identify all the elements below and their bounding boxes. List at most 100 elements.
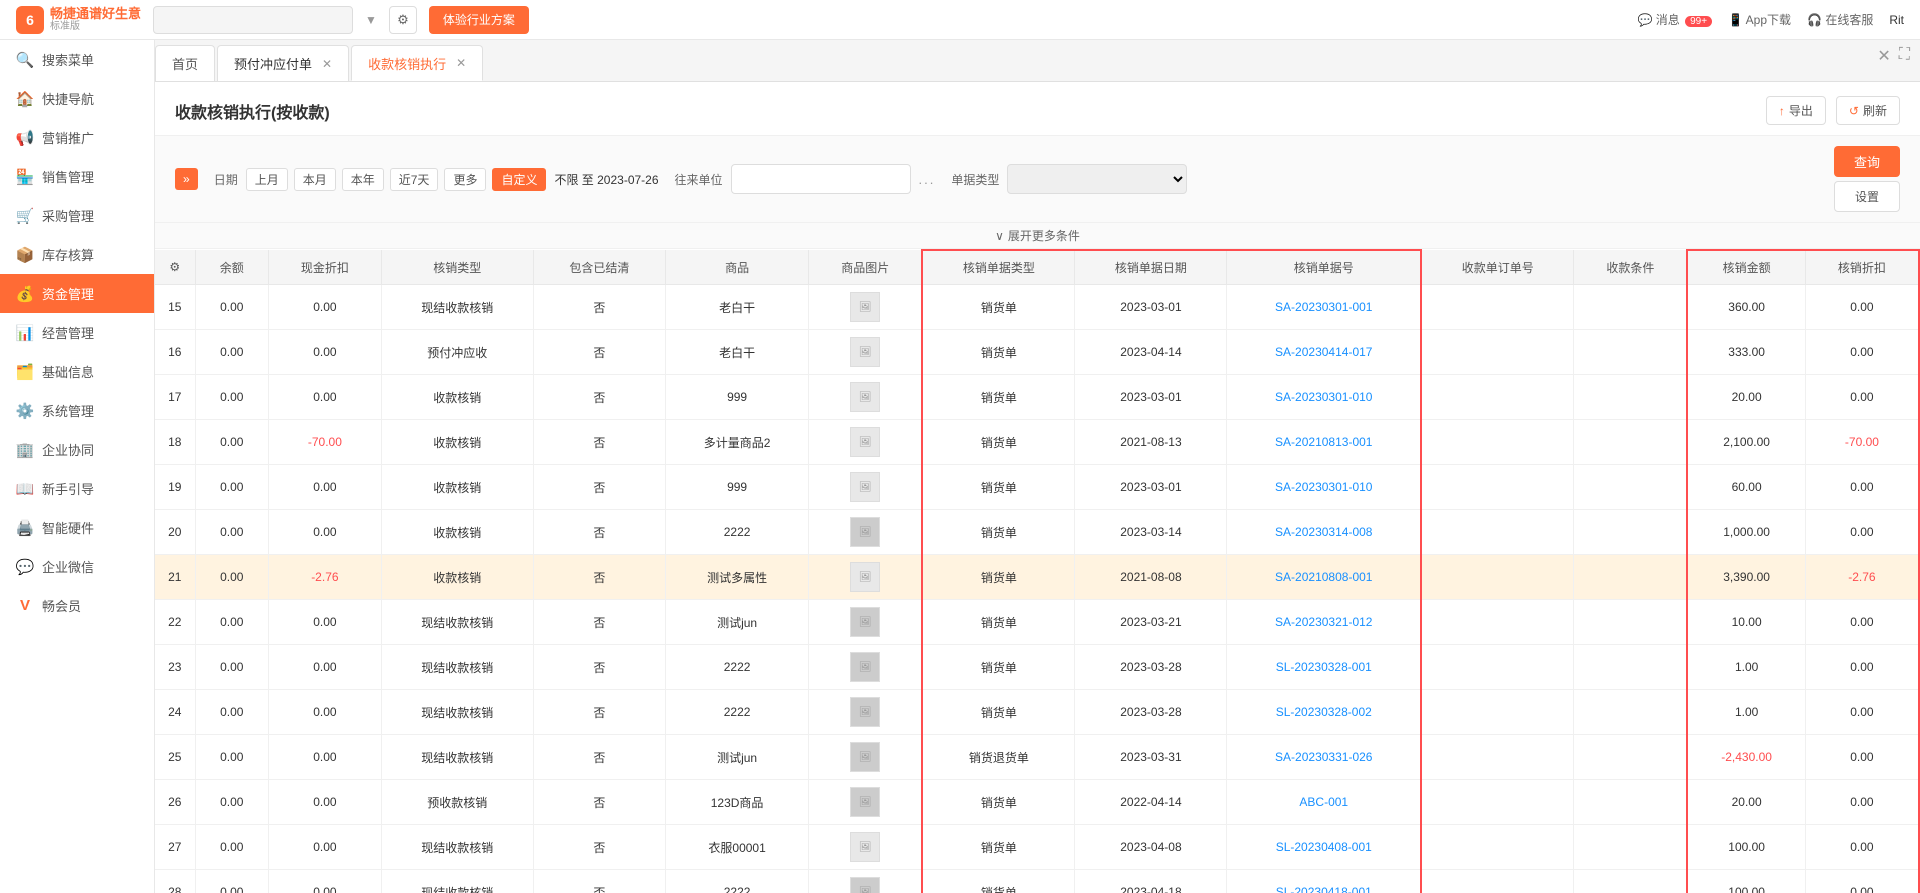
tab-prepay-close-icon[interactable]: ✕: [322, 57, 332, 71]
cell-writeoff-amount: 1.00: [1687, 645, 1805, 690]
cell-goods-image: 🖼: [809, 375, 923, 420]
cell-goods-image: 🖼: [809, 825, 923, 870]
dropdown-arrow-icon[interactable]: ▼: [365, 13, 377, 27]
sidebar-label-wechat: 企业微信: [42, 557, 94, 576]
col-settings[interactable]: ⚙: [155, 250, 195, 285]
settings-button[interactable]: ⚙: [389, 6, 417, 34]
writeoff-no-link[interactable]: SA-20230331-026: [1275, 750, 1372, 764]
sidebar-item-finance[interactable]: 💰 资金管理: [0, 274, 154, 313]
query-button[interactable]: 查询: [1834, 146, 1900, 177]
cell-receipt-condition: [1574, 870, 1688, 893]
cell-include-settled: 否: [533, 825, 665, 870]
col-receipt-condition: 收款条件: [1574, 250, 1688, 285]
writeoff-no-link[interactable]: SA-20230414-017: [1275, 345, 1372, 359]
cell-row-num: 27: [155, 825, 195, 870]
maximize-icon[interactable]: ⛶: [1899, 46, 1910, 66]
table-row: 17 0.00 0.00 收款核销 否 999 🖼 销货单 2023-03-01…: [155, 375, 1919, 420]
sidebar-item-sales[interactable]: 🏪 销售管理: [0, 157, 154, 196]
date-btn-this-month[interactable]: 本月: [294, 168, 336, 191]
goods-image: 🖼: [850, 517, 880, 547]
query-section: 查询 设置: [1834, 146, 1900, 212]
tab-collection-close-icon[interactable]: ✕: [456, 56, 466, 70]
sidebar-item-marketing[interactable]: 📢 营销推广: [0, 118, 154, 157]
settings-button-filter[interactable]: 设置: [1834, 181, 1900, 212]
sidebar-item-wechat[interactable]: 💬 企业微信: [0, 547, 154, 586]
date-btn-last-month[interactable]: 上月: [246, 168, 288, 191]
main-content: 首页 预付冲应付单 ✕ 收款核销执行 ✕ ✕ ⛶ 收款核销执行(按收款): [155, 40, 1920, 893]
close-window-icon[interactable]: ✕: [1877, 46, 1890, 66]
sidebar-label-inventory: 库存核算: [42, 245, 94, 264]
cell-writeoff-type: 预收款核销: [381, 780, 533, 825]
table-row: 24 0.00 0.00 现结收款核销 否 2222 🖼 销货单 2023-03…: [155, 690, 1919, 735]
writeoff-no-link[interactable]: SL-20230328-001: [1276, 660, 1372, 674]
filter-expand-icon[interactable]: »: [175, 168, 198, 190]
writeoff-no-link[interactable]: SA-20230301-001: [1275, 300, 1372, 314]
writeoff-no-link[interactable]: SL-20230408-001: [1276, 840, 1372, 854]
sales-icon: 🏪: [16, 168, 34, 186]
voucher-type-select[interactable]: [1007, 164, 1187, 194]
tab-prepay[interactable]: 预付冲应付单 ✕: [217, 45, 349, 81]
sidebar-item-purchase[interactable]: 🛒 采购管理: [0, 196, 154, 235]
cell-writeoff-voucher-type: 销货单: [922, 330, 1075, 375]
cell-writeoff-discount: 0.00: [1805, 645, 1919, 690]
cell-writeoff-amount: 20.00: [1687, 780, 1805, 825]
sidebar-item-hardware[interactable]: 🖨️ 智能硬件: [0, 508, 154, 547]
cell-writeoff-no: ABC-001: [1227, 780, 1421, 825]
expand-conditions-bar[interactable]: ∨ 展开更多条件: [155, 223, 1920, 249]
cell-receipt-condition: [1574, 285, 1688, 330]
cell-writeoff-discount: 0.00: [1805, 870, 1919, 893]
export-button[interactable]: ↑ 导出: [1766, 96, 1826, 125]
cell-writeoff-no: SA-20230301-010: [1227, 465, 1421, 510]
search-input[interactable]: [153, 6, 353, 34]
cell-cash-discount: 0.00: [269, 330, 382, 375]
cell-include-settled: 否: [533, 420, 665, 465]
tab-home[interactable]: 首页: [155, 45, 215, 81]
writeoff-no-link[interactable]: SA-20230301-010: [1275, 480, 1372, 494]
partner-input[interactable]: [731, 164, 911, 194]
user-name[interactable]: Rit: [1889, 13, 1904, 27]
writeoff-no-link[interactable]: SA-20210813-001: [1275, 435, 1372, 449]
date-btn-more[interactable]: 更多: [444, 168, 486, 191]
tab-collection-label: 收款核销执行: [368, 54, 446, 73]
industry-btn[interactable]: 体验行业方案: [429, 6, 529, 34]
date-btn-7days[interactable]: 近7天: [390, 168, 439, 191]
cell-writeoff-discount: 0.00: [1805, 825, 1919, 870]
cell-writeoff-date: 2023-03-01: [1075, 285, 1227, 330]
cell-goods-image: 🖼: [809, 690, 923, 735]
tab-collection[interactable]: 收款核销执行 ✕: [351, 45, 483, 81]
online-service-btn[interactable]: 🎧 在线客服: [1807, 11, 1873, 28]
writeoff-no-link[interactable]: SA-20230321-012: [1275, 615, 1372, 629]
cell-balance: 0.00: [195, 780, 269, 825]
partner-ellipsis[interactable]: ...: [919, 172, 936, 187]
sidebar-label-sales: 销售管理: [42, 167, 94, 186]
refresh-button[interactable]: ↺ 刷新: [1836, 96, 1900, 125]
writeoff-no-link[interactable]: SL-20230328-002: [1276, 705, 1372, 719]
writeoff-no-link[interactable]: SL-20230418-001: [1276, 885, 1372, 893]
date-btn-this-year[interactable]: 本年: [342, 168, 384, 191]
cell-writeoff-type: 收款核销: [381, 555, 533, 600]
sidebar-item-member[interactable]: V 畅会员: [0, 586, 154, 625]
col-writeoff-date: 核销单据日期: [1075, 250, 1227, 285]
messages-btn[interactable]: 💬 消息 99+: [1637, 11, 1712, 28]
sidebar-item-inventory[interactable]: 📦 库存核算: [0, 235, 154, 274]
writeoff-no-link[interactable]: SA-20230314-008: [1275, 525, 1372, 539]
writeoff-no-link[interactable]: SA-20210808-001: [1275, 570, 1372, 584]
cell-cash-discount: 0.00: [269, 825, 382, 870]
app-download-btn[interactable]: 📱 App下载: [1728, 11, 1791, 28]
writeoff-no-link[interactable]: SA-20230301-010: [1275, 390, 1372, 404]
cell-writeoff-date: 2021-08-08: [1075, 555, 1227, 600]
cell-receipt-order-no: [1421, 825, 1574, 870]
writeoff-no-link[interactable]: ABC-001: [1299, 795, 1348, 809]
cell-writeoff-type: 现结收款核销: [381, 870, 533, 893]
cell-writeoff-amount: 1.00: [1687, 690, 1805, 735]
sidebar-item-guide[interactable]: 📖 新手引导: [0, 469, 154, 508]
sidebar-item-enterprise[interactable]: 🏢 企业协同: [0, 430, 154, 469]
sidebar-item-system[interactable]: ⚙️ 系统管理: [0, 391, 154, 430]
cell-row-num: 22: [155, 600, 195, 645]
sidebar-item-search[interactable]: 🔍 搜索菜单: [0, 40, 154, 79]
sidebar-item-basic[interactable]: 🗂️ 基础信息: [0, 352, 154, 391]
date-btn-custom[interactable]: 自定义: [492, 168, 546, 191]
cell-row-num: 25: [155, 735, 195, 780]
sidebar-item-shortcut[interactable]: 🏠 快捷导航: [0, 79, 154, 118]
sidebar-item-operations[interactable]: 📊 经营管理: [0, 313, 154, 352]
